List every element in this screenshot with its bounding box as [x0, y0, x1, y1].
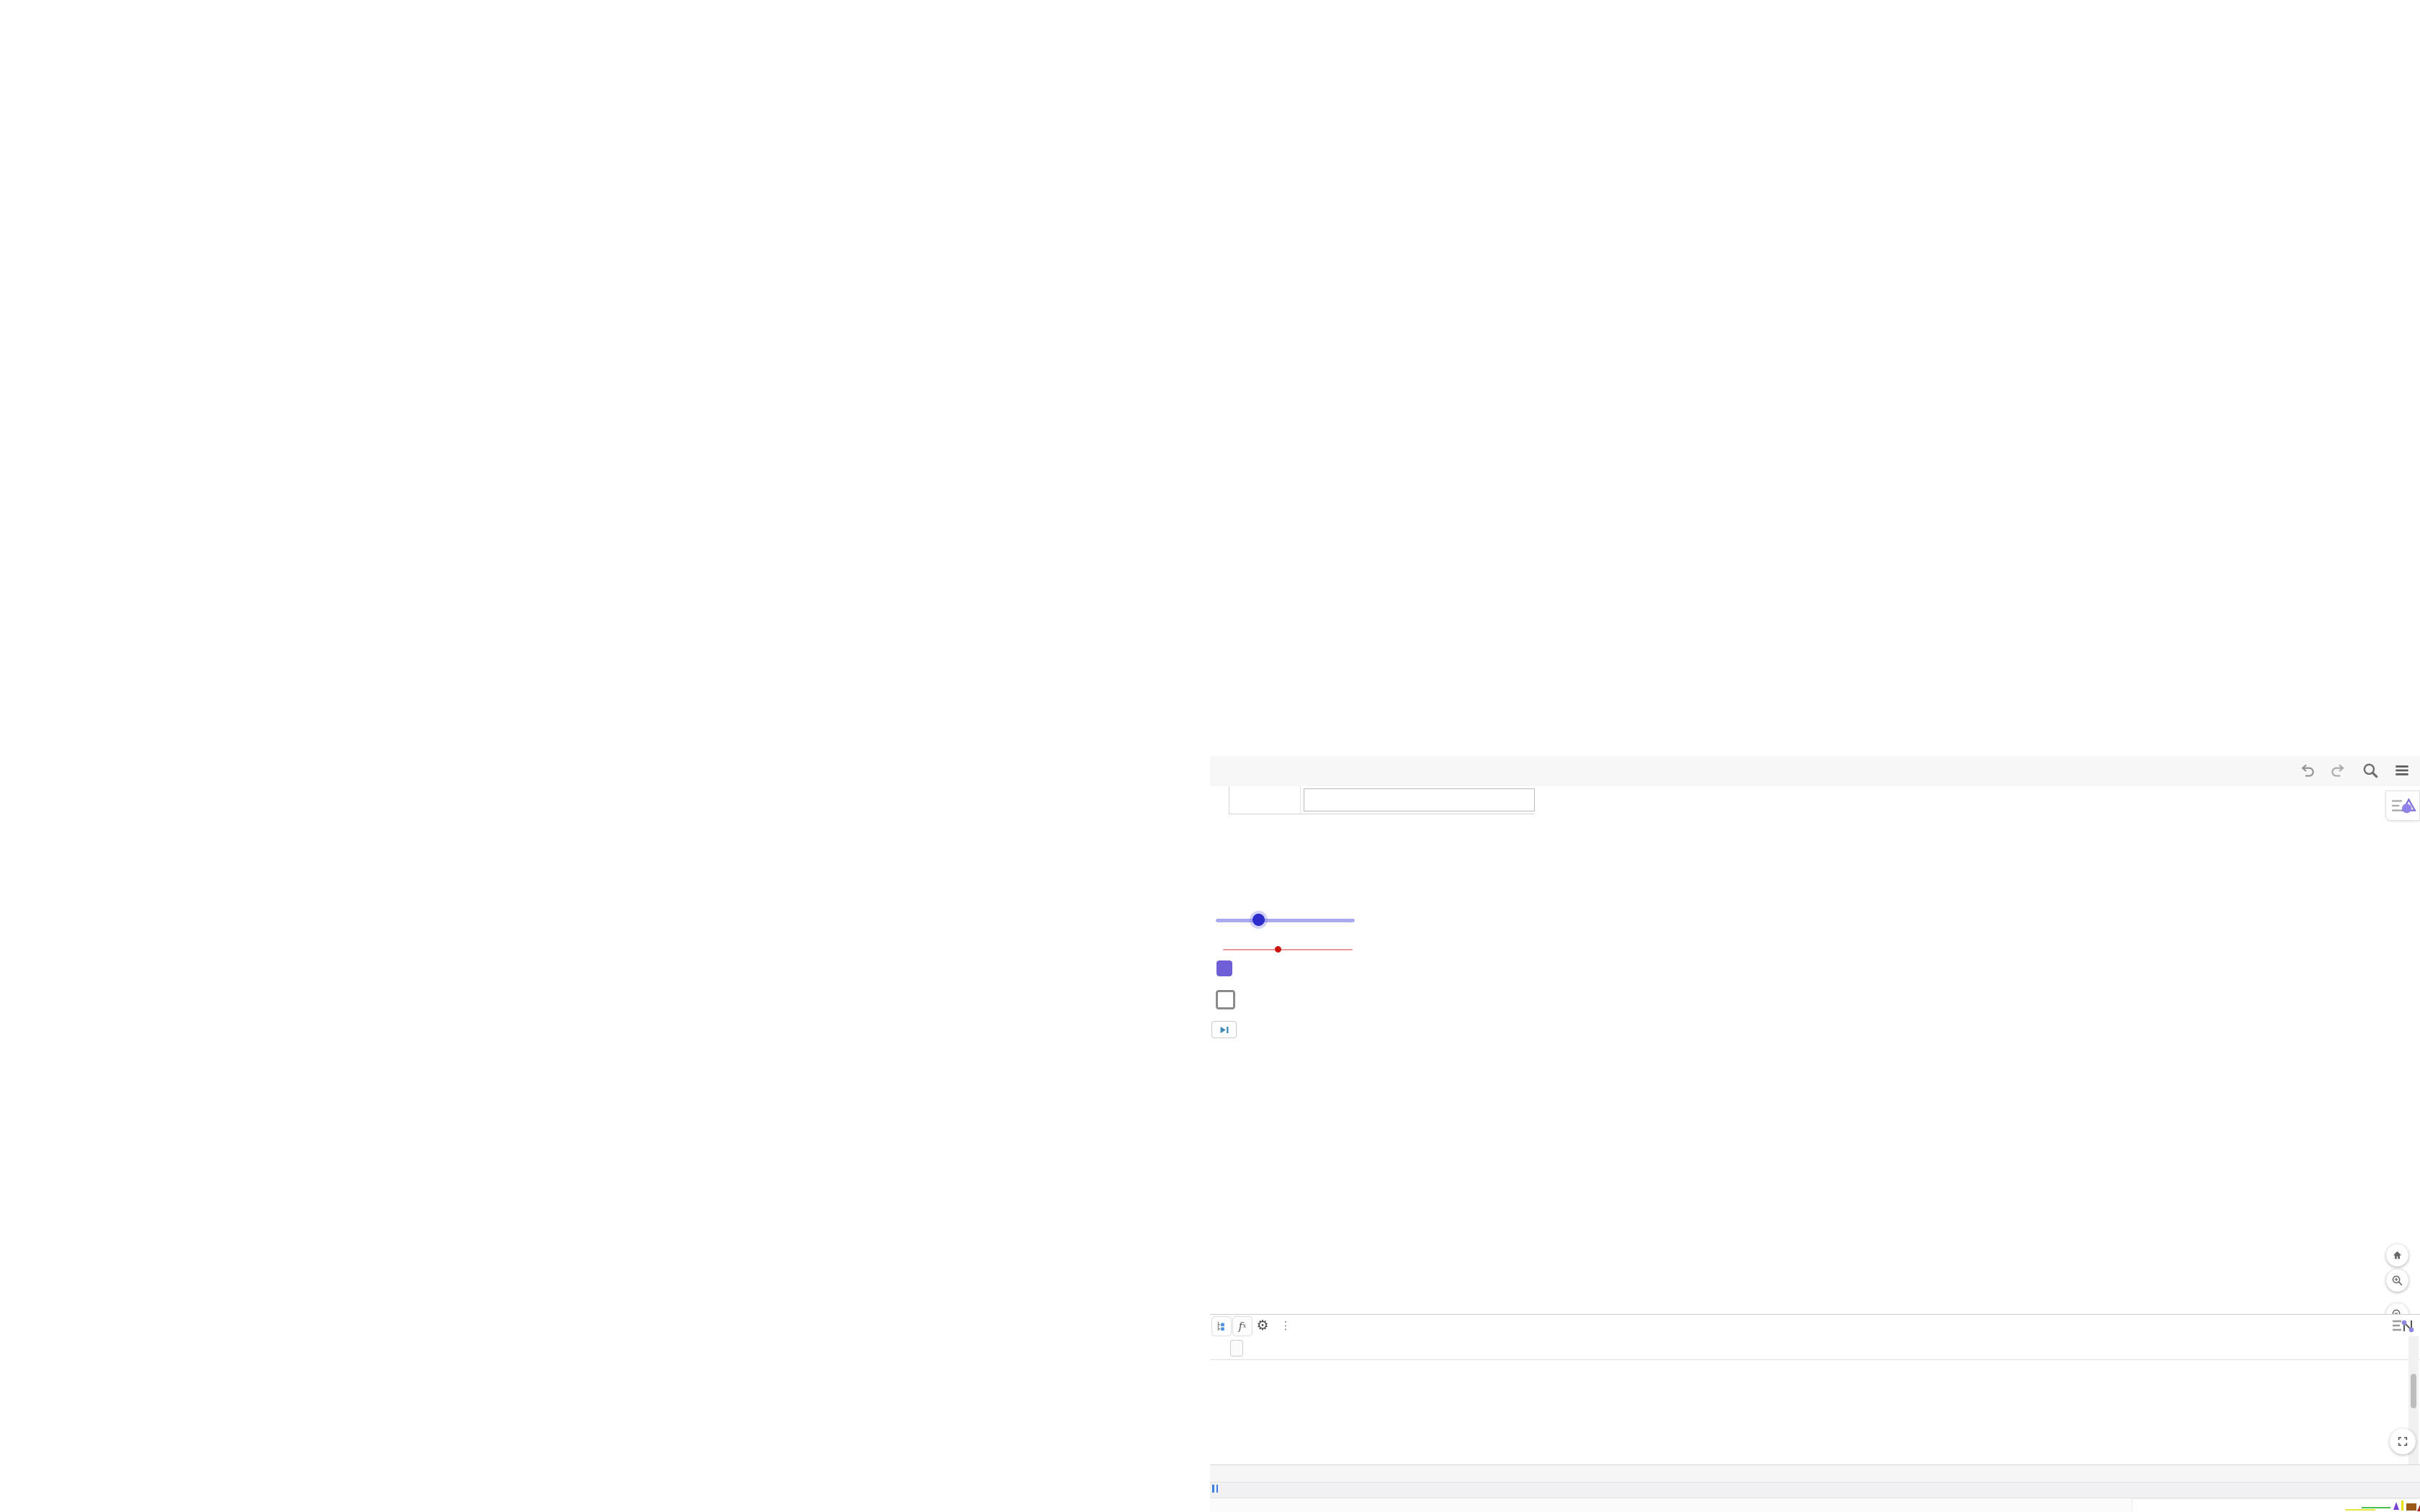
tracing-checkbox[interactable] [1216, 990, 1235, 1009]
algebra-list-header [1210, 1336, 2420, 1360]
hud-spark-brown-box [2406, 1503, 2416, 1511]
menu-icon[interactable] [2390, 758, 2414, 783]
geogebra-toolbar [1210, 756, 2420, 787]
browser-tab-bar [1210, 1482, 2420, 1498]
browser-toolbar [1210, 1464, 2420, 1482]
quadrant-bottom-left-mirror [0, 756, 1210, 1512]
fullscreen-button[interactable] [2390, 1428, 2416, 1454]
drop-bars-icon [1212, 1485, 1218, 1493]
mirrored-desktop-screenshot: fx ⚙ ⋮ [0, 0, 2420, 1512]
quadrant-top-left-mirror [0, 0, 1210, 756]
stylebar-toggle-icon [2392, 798, 2416, 814]
geogebra-browser-window: fx ⚙ ⋮ [1210, 756, 2420, 1512]
home-button[interactable] [2386, 1244, 2408, 1266]
arc-position-slider-handle[interactable] [1275, 946, 1281, 953]
graphics-panel-icon[interactable] [2390, 1316, 2417, 1335]
quadrant-bottom-right: fx ⚙ ⋮ [1210, 756, 2420, 1512]
quadrant-top-right-mirror [1210, 0, 2420, 756]
hud-spark-green-line [2362, 1507, 2390, 1508]
algebra-stylebar: fx ⚙ ⋮ [1210, 1314, 2420, 1337]
hud-spark-yellow-line [2345, 1509, 2375, 1511]
hud-spark-purple-spike [2393, 1502, 2399, 1510]
function-input-card [1229, 786, 1535, 814]
collapse-icon[interactable] [1230, 1340, 1243, 1356]
function-input[interactable] [1303, 788, 1535, 811]
search-icon[interactable] [2358, 758, 2383, 783]
tree-view-icon[interactable] [1211, 1316, 1232, 1336]
arc-position-slider[interactable] [1223, 949, 1353, 950]
function-input-label [1229, 786, 1301, 814]
undo-icon[interactable] [2295, 758, 2319, 783]
graphics-stylebar-toggle[interactable] [2385, 791, 2420, 821]
plot-canvas[interactable] [1210, 786, 2420, 1300]
curvature-tangent-checkbox[interactable] [1216, 960, 1232, 976]
hud-spark-yellow-bar [2401, 1500, 2403, 1511]
settings-gear-icon[interactable]: ⚙ [1253, 1316, 1272, 1335]
hud-spark-red-spike [2417, 1505, 2420, 1511]
step-button[interactable] [1211, 1021, 1237, 1038]
graphics-view[interactable] [1210, 786, 2420, 1326]
arc-length-slider-handle[interactable] [1252, 914, 1265, 926]
toolbar-right-controls [2295, 758, 2414, 783]
redo-icon[interactable] [2326, 758, 2351, 783]
taskbar [1210, 1498, 2420, 1512]
fx-icon[interactable]: fx [1232, 1316, 1252, 1336]
scrollbar-thumb[interactable] [2411, 1374, 2416, 1408]
system-monitor-hud [2132, 1498, 2420, 1512]
zoom-in-button[interactable] [2386, 1269, 2408, 1292]
stylebar-kebab-icon[interactable]: ⋮ [1276, 1316, 1295, 1335]
arc-length-slider[interactable] [1216, 919, 1355, 922]
